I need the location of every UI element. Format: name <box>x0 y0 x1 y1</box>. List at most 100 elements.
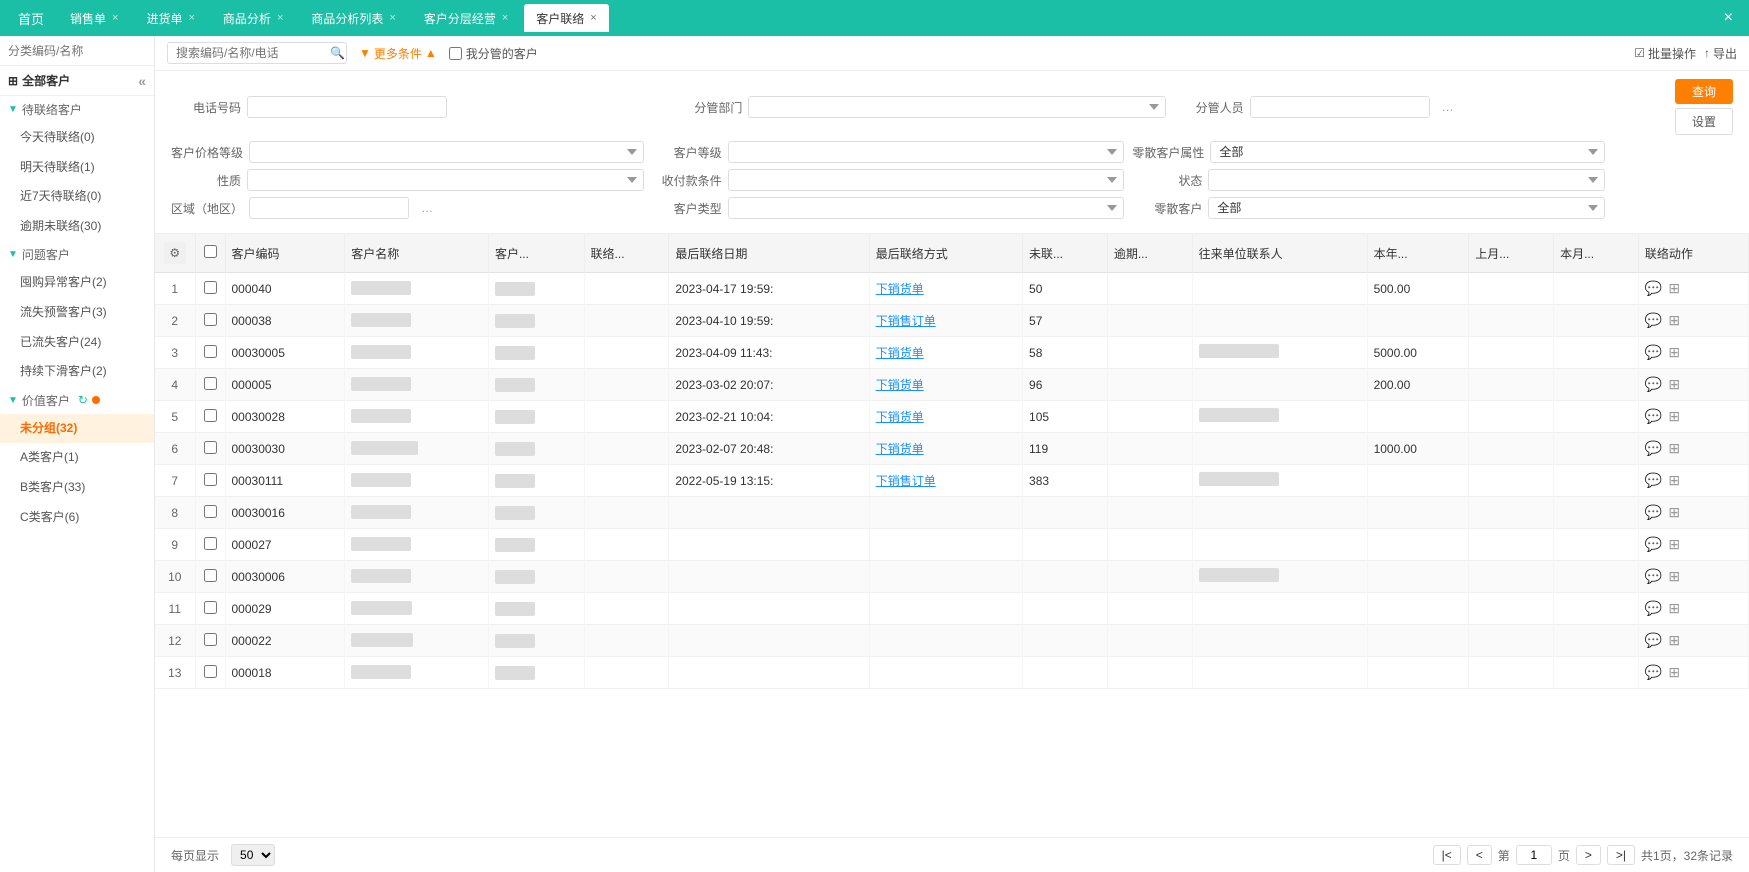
more-icon[interactable]: ⊞ <box>1668 344 1680 361</box>
row-checkbox-cell[interactable] <box>195 593 225 625</box>
row-checkbox[interactable] <box>204 441 217 454</box>
col-header-checkbox[interactable] <box>195 234 225 273</box>
more-conditions-btn[interactable]: ▼ 更多条件 ▲ <box>359 45 437 62</box>
person-more-icon[interactable]: … <box>1436 100 1460 114</box>
chat-icon[interactable]: 💬 <box>1645 280 1662 297</box>
more-icon[interactable]: ⊞ <box>1668 408 1680 425</box>
row-checkbox-cell[interactable] <box>195 561 225 593</box>
gear-icon[interactable]: ⚙ <box>164 242 186 264</box>
last-method-link[interactable]: 下销货单 <box>876 346 924 360</box>
chat-icon[interactable]: 💬 <box>1645 440 1662 457</box>
select-all-checkbox[interactable] <box>204 245 217 258</box>
prev-page-btn[interactable]: < <box>1467 845 1492 865</box>
first-page-btn[interactable]: |< <box>1433 845 1461 865</box>
col-header-settings[interactable]: ⚙ <box>155 234 195 273</box>
sidebar-item-7days[interactable]: 近7天待联络(0) <box>0 182 154 212</box>
sidebar-item-churned[interactable]: 已流失客户(24) <box>0 328 154 358</box>
row-checkbox[interactable] <box>204 313 217 326</box>
last-method-link[interactable]: 下销货单 <box>876 282 924 296</box>
tab-purchase-order[interactable]: 进货单 × <box>134 4 206 32</box>
more-icon[interactable]: ⊞ <box>1668 536 1680 553</box>
tab-customer-contact[interactable]: 客户联络 × <box>524 4 608 32</box>
region-input[interactable] <box>249 197 409 219</box>
per-page-select[interactable]: 50 <box>231 844 275 866</box>
last-contact-method[interactable]: 下销货单 <box>869 273 1022 305</box>
chat-icon[interactable]: 💬 <box>1645 632 1662 649</box>
payment-select[interactable] <box>728 169 1125 191</box>
phone-input[interactable] <box>247 96 447 118</box>
sidebar-section-problem[interactable]: ▼ 问题客户 <box>0 241 154 268</box>
category-search-input[interactable] <box>8 44 155 58</box>
chat-icon[interactable]: 💬 <box>1645 472 1662 489</box>
row-checkbox[interactable] <box>204 665 217 678</box>
row-checkbox[interactable] <box>204 569 217 582</box>
sidebar-item-class-a[interactable]: A类客户(1) <box>0 443 154 473</box>
more-icon[interactable]: ⊞ <box>1668 504 1680 521</box>
row-checkbox-cell[interactable] <box>195 657 225 689</box>
more-icon[interactable]: ⊞ <box>1668 312 1680 329</box>
batch-op-btn[interactable]: ☑ 批量操作 <box>1634 45 1696 62</box>
main-search-container[interactable]: 🔍 <box>167 42 347 64</box>
close-icon[interactable]: × <box>590 12 596 24</box>
next-page-btn[interactable]: > <box>1576 845 1601 865</box>
more-icon[interactable]: ⊞ <box>1668 664 1680 681</box>
more-icon[interactable]: ⊞ <box>1668 440 1680 457</box>
sidebar-section-pending[interactable]: ▼ 待联络客户 <box>0 96 154 123</box>
close-icon[interactable]: × <box>277 12 283 24</box>
sidebar-item-tomorrow[interactable]: 明天待联络(1) <box>0 153 154 183</box>
tab-product-analysis[interactable]: 商品分析 × <box>211 4 295 32</box>
price-grade-select[interactable] <box>249 141 644 163</box>
person-input[interactable] <box>1250 96 1430 118</box>
row-checkbox[interactable] <box>204 409 217 422</box>
chat-icon[interactable]: 💬 <box>1645 376 1662 393</box>
sidebar-item-ungroup[interactable]: 未分组(32) <box>0 414 154 444</box>
tab-sales-order[interactable]: 销售单 × <box>58 4 130 32</box>
row-checkbox[interactable] <box>204 281 217 294</box>
region-more-icon[interactable]: … <box>415 201 439 215</box>
chat-icon[interactable]: 💬 <box>1645 664 1662 681</box>
sidebar-item-declining[interactable]: 持续下滑客户(2) <box>0 357 154 387</box>
last-method-link[interactable]: 下销货单 <box>876 442 924 456</box>
chat-icon[interactable]: 💬 <box>1645 504 1662 521</box>
row-checkbox-cell[interactable] <box>195 273 225 305</box>
collapse-icon[interactable]: « <box>138 73 146 89</box>
last-contact-method[interactable]: 下销售订单 <box>869 305 1022 337</box>
close-icon[interactable]: × <box>112 12 118 24</box>
more-icon[interactable]: ⊞ <box>1668 568 1680 585</box>
sidebar-item-abnormal[interactable]: 囤购异常客户(2) <box>0 268 154 298</box>
dept-select[interactable] <box>748 96 1165 118</box>
last-contact-method[interactable] <box>869 561 1022 593</box>
retail-customer-select[interactable]: 全部 <box>1208 197 1605 219</box>
row-checkbox-cell[interactable] <box>195 465 225 497</box>
home-tab[interactable]: 首页 <box>8 9 54 28</box>
close-icon[interactable]: × <box>502 12 508 24</box>
last-method-link[interactable]: 下销售订单 <box>876 314 936 328</box>
tab-product-analysis-list[interactable]: 商品分析列表 × <box>299 4 407 32</box>
chat-icon[interactable]: 💬 <box>1645 600 1662 617</box>
more-icon[interactable]: ⊞ <box>1668 376 1680 393</box>
last-method-link[interactable]: 下销货单 <box>876 410 924 424</box>
last-method-link[interactable]: 下销货单 <box>876 378 924 392</box>
my-customers-check[interactable] <box>449 47 462 60</box>
refresh-icon[interactable]: ↻ <box>78 393 88 407</box>
sidebar-item-today[interactable]: 今天待联络(0) <box>0 123 154 153</box>
customer-type-select[interactable] <box>728 197 1125 219</box>
window-close-button[interactable]: × <box>1716 9 1741 27</box>
chat-icon[interactable]: 💬 <box>1645 408 1662 425</box>
chat-icon[interactable]: 💬 <box>1645 536 1662 553</box>
last-contact-method[interactable]: 下销货单 <box>869 369 1022 401</box>
sidebar-item-class-c[interactable]: C类客户(6) <box>0 503 154 533</box>
row-checkbox-cell[interactable] <box>195 401 225 433</box>
close-icon[interactable]: × <box>389 12 395 24</box>
row-checkbox[interactable] <box>204 473 217 486</box>
tab-customer-segment[interactable]: 客户分层经营 × <box>412 4 520 32</box>
last-contact-method[interactable]: 下销货单 <box>869 433 1022 465</box>
export-btn[interactable]: ↑ 导出 <box>1704 45 1737 62</box>
retail-attr-select[interactable]: 全部 <box>1210 141 1605 163</box>
row-checkbox-cell[interactable] <box>195 625 225 657</box>
last-contact-method[interactable] <box>869 497 1022 529</box>
more-icon[interactable]: ⊞ <box>1668 632 1680 649</box>
row-checkbox[interactable] <box>204 633 217 646</box>
page-number-input[interactable] <box>1516 845 1552 865</box>
row-checkbox-cell[interactable] <box>195 337 225 369</box>
